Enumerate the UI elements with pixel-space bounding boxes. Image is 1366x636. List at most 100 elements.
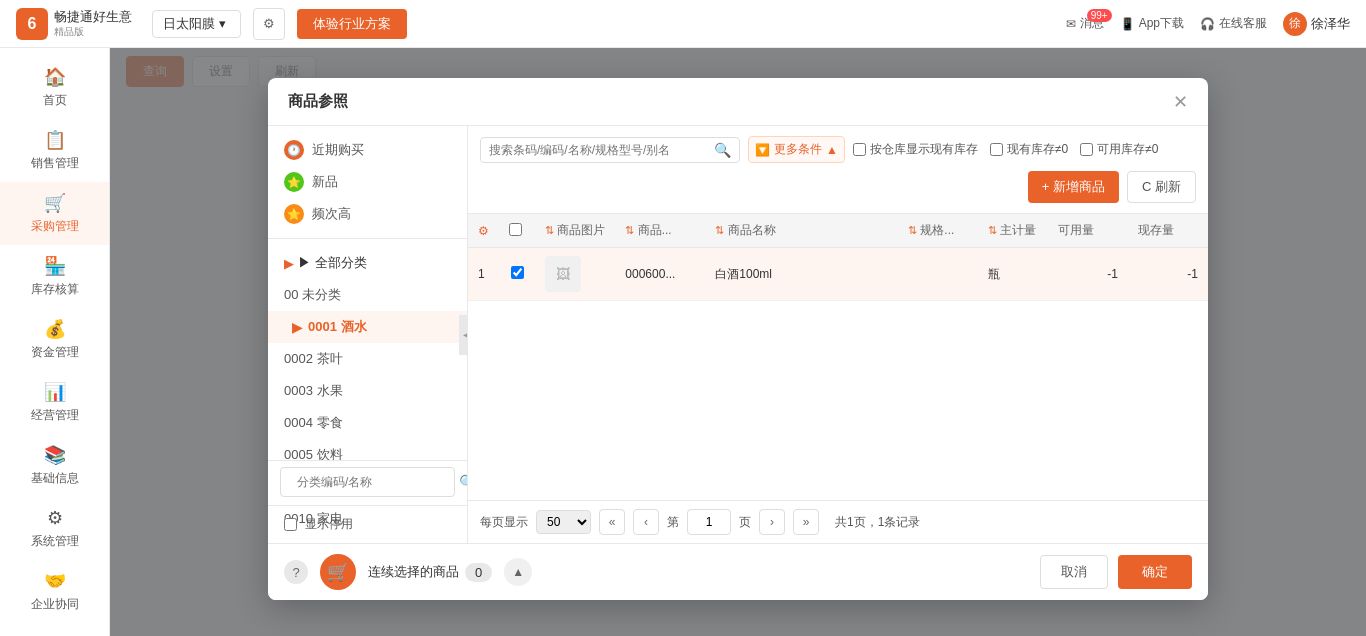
refresh-button[interactable]: C 刷新 <box>1127 171 1196 203</box>
sidebar-item-finance[interactable]: 💰 资金管理 <box>0 308 109 371</box>
th-name: ⇅ 商品名称 <box>705 214 898 248</box>
settings-gear-icon[interactable]: ⚙ <box>253 8 285 40</box>
row-stock: -1 <box>1128 248 1208 301</box>
th-avail: 可用量 <box>1048 214 1128 248</box>
cat-expand-icon: ▶ <box>284 256 294 271</box>
pagination-bar: 每页显示 50 10 20 100 « ‹ 第 页 <box>468 500 1208 543</box>
show-disabled-label[interactable]: 显示停用 <box>305 516 353 533</box>
logo-text: 畅捷通好生意 精品版 <box>54 9 132 39</box>
sales-icon: 📋 <box>44 129 66 151</box>
th-code: ⇅ 商品... <box>615 214 705 248</box>
category-panel: 🕐 近期购买 ⭐ 新品 ⭐ 频次高 <box>268 126 468 543</box>
frequent-icon: ⭐ <box>284 204 304 224</box>
user-avatar[interactable]: 徐 徐泽华 <box>1283 12 1350 36</box>
sidebar-item-inventory[interactable]: 🏪 库存核算 <box>0 245 109 308</box>
more-filter-button[interactable]: 🔽 更多条件 ▲ <box>748 136 845 163</box>
product-reference-modal: 商品参照 ✕ 🕐 近期购买 ⭐ <box>268 78 1208 600</box>
product-image: 🖼 <box>545 256 581 292</box>
row-image-cell: 🖼 <box>535 248 615 301</box>
first-page-button[interactable]: « <box>599 509 625 535</box>
message-icon: ✉ <box>1066 17 1076 31</box>
cat-item-0[interactable]: 00 未分类 <box>268 279 467 311</box>
prev-page-button[interactable]: ‹ <box>633 509 659 535</box>
th-unit: ⇅ 主计量 <box>978 214 1048 248</box>
sidebar-item-purchase[interactable]: 🛒 采购管理 <box>0 182 109 245</box>
product-search-box: 🔍 <box>480 137 740 163</box>
recent-icon: 🕐 <box>284 140 304 160</box>
warehouse-stock-checkbox[interactable] <box>853 143 866 156</box>
cat-item-all[interactable]: ▶ ▶ 全部分类 <box>268 247 467 279</box>
app-logo: 6 畅捷通好生意 精品版 <box>16 8 132 40</box>
new-product-icon: ⭐ <box>284 172 304 192</box>
navbar-right: ✉ 消息 99+ 📱 App下载 🎧 在线客服 徐 徐泽华 <box>1066 12 1350 36</box>
sidebar-item-basic-info[interactable]: 📚 基础信息 <box>0 434 109 497</box>
quick-section: 🕐 近期购买 ⭐ 新品 ⭐ 频次高 <box>268 126 467 239</box>
sidebar-item-enterprise[interactable]: 🤝 企业协同 <box>0 560 109 623</box>
page-size-select[interactable]: 50 10 20 100 <box>536 510 591 534</box>
toolbar-right-actions: + 新增商品 C 刷新 <box>1028 171 1196 203</box>
app-download-button[interactable]: 📱 App下载 <box>1120 15 1184 32</box>
cat-active-arrow: ▶ <box>292 320 302 335</box>
sidebar-item-operations[interactable]: 📊 经营管理 <box>0 371 109 434</box>
sort-arrow-icon: ⇅ <box>545 224 554 236</box>
cat-item-4[interactable]: 0004 零食 <box>268 407 467 439</box>
product-table: ⚙ ⇅ 商品图片 <box>468 214 1208 301</box>
show-disabled-checkbox[interactable] <box>284 518 297 531</box>
th-image: ⇅ 商品图片 <box>535 214 615 248</box>
navbar: 6 畅捷通好生意 精品版 日太阳膜 ▾ ⚙ 体验行业方案 ✉ 消息 99+ 📱 … <box>0 0 1366 48</box>
last-page-button[interactable]: » <box>793 509 819 535</box>
th-sort: ⚙ <box>468 214 499 248</box>
warehouse-stock-filter[interactable]: 按仓库显示现有库存 <box>853 141 978 158</box>
filter-arrow-icon: ▲ <box>826 143 838 157</box>
operations-icon: 📊 <box>44 381 66 403</box>
cart-button[interactable]: 🛒 <box>320 554 356 590</box>
online-service-button[interactable]: 🎧 在线客服 <box>1200 15 1267 32</box>
sort-icon: ⚙ <box>478 224 489 238</box>
table-row[interactable]: 1 🖼 <box>468 248 1208 301</box>
row-avail: -1 <box>1048 248 1128 301</box>
product-search-input[interactable] <box>489 143 710 157</box>
cancel-button[interactable]: 取消 <box>1040 555 1108 589</box>
nonzero-avail-checkbox[interactable] <box>1080 143 1093 156</box>
select-all-checkbox[interactable] <box>509 223 522 236</box>
modal-overlay: 商品参照 ✕ 🕐 近期购买 ⭐ <box>110 48 1366 636</box>
cat-item-2[interactable]: 0002 茶叶 <box>268 343 467 375</box>
category-search-input[interactable] <box>289 471 455 493</box>
purchase-icon: 🛒 <box>44 192 66 214</box>
nonzero-avail-filter[interactable]: 可用库存≠0 <box>1080 141 1158 158</box>
quick-item-frequent[interactable]: ⭐ 频次高 <box>268 198 467 230</box>
basic-info-icon: 📚 <box>44 444 66 466</box>
confirm-button[interactable]: 确定 <box>1118 555 1192 589</box>
category-search-icon[interactable]: 🔍 <box>459 474 468 490</box>
row-checkbox[interactable] <box>511 266 524 279</box>
sidebar-item-system[interactable]: ⚙ 系统管理 <box>0 497 109 560</box>
avatar: 徐 <box>1283 12 1307 36</box>
system-icon: ⚙ <box>47 507 63 529</box>
category-collapse-button[interactable]: ◀ <box>459 315 468 355</box>
sidebar-item-sales[interactable]: 📋 销售管理 <box>0 119 109 182</box>
nonzero-stock-checkbox[interactable] <box>990 143 1003 156</box>
home-icon: 🏠 <box>44 66 66 88</box>
page-number-input[interactable] <box>687 509 731 535</box>
product-search-icon[interactable]: 🔍 <box>714 142 731 158</box>
product-table-wrapper: ⚙ ⇅ 商品图片 <box>468 214 1208 500</box>
cart-icon: 🛒 <box>327 561 349 583</box>
company-selector[interactable]: 日太阳膜 ▾ <box>152 10 241 38</box>
help-button[interactable]: ? <box>284 560 308 584</box>
next-page-button[interactable]: › <box>759 509 785 535</box>
cat-item-3[interactable]: 0003 水果 <box>268 375 467 407</box>
cat-item-1[interactable]: ▶ 0001 酒水 <box>268 311 467 343</box>
headset-icon: 🎧 <box>1200 17 1215 31</box>
sidebar-item-home[interactable]: 🏠 首页 <box>0 56 109 119</box>
message-button[interactable]: ✉ 消息 99+ <box>1066 15 1104 32</box>
quick-item-new[interactable]: ⭐ 新品 <box>268 166 467 198</box>
add-product-button[interactable]: + 新增商品 <box>1028 171 1119 203</box>
footer-collapse-button[interactable]: ▲ <box>504 558 532 586</box>
quick-item-recent[interactable]: 🕐 近期购买 <box>268 134 467 166</box>
filter-icon: 🔽 <box>755 143 770 157</box>
modal-close-button[interactable]: ✕ <box>1173 93 1188 111</box>
row-unit: 瓶 <box>978 248 1048 301</box>
nonzero-stock-filter[interactable]: 现有库存≠0 <box>990 141 1068 158</box>
trial-button[interactable]: 体验行业方案 <box>297 9 407 39</box>
sidebar-item-guide[interactable]: 📖 新手引导 <box>0 623 109 636</box>
